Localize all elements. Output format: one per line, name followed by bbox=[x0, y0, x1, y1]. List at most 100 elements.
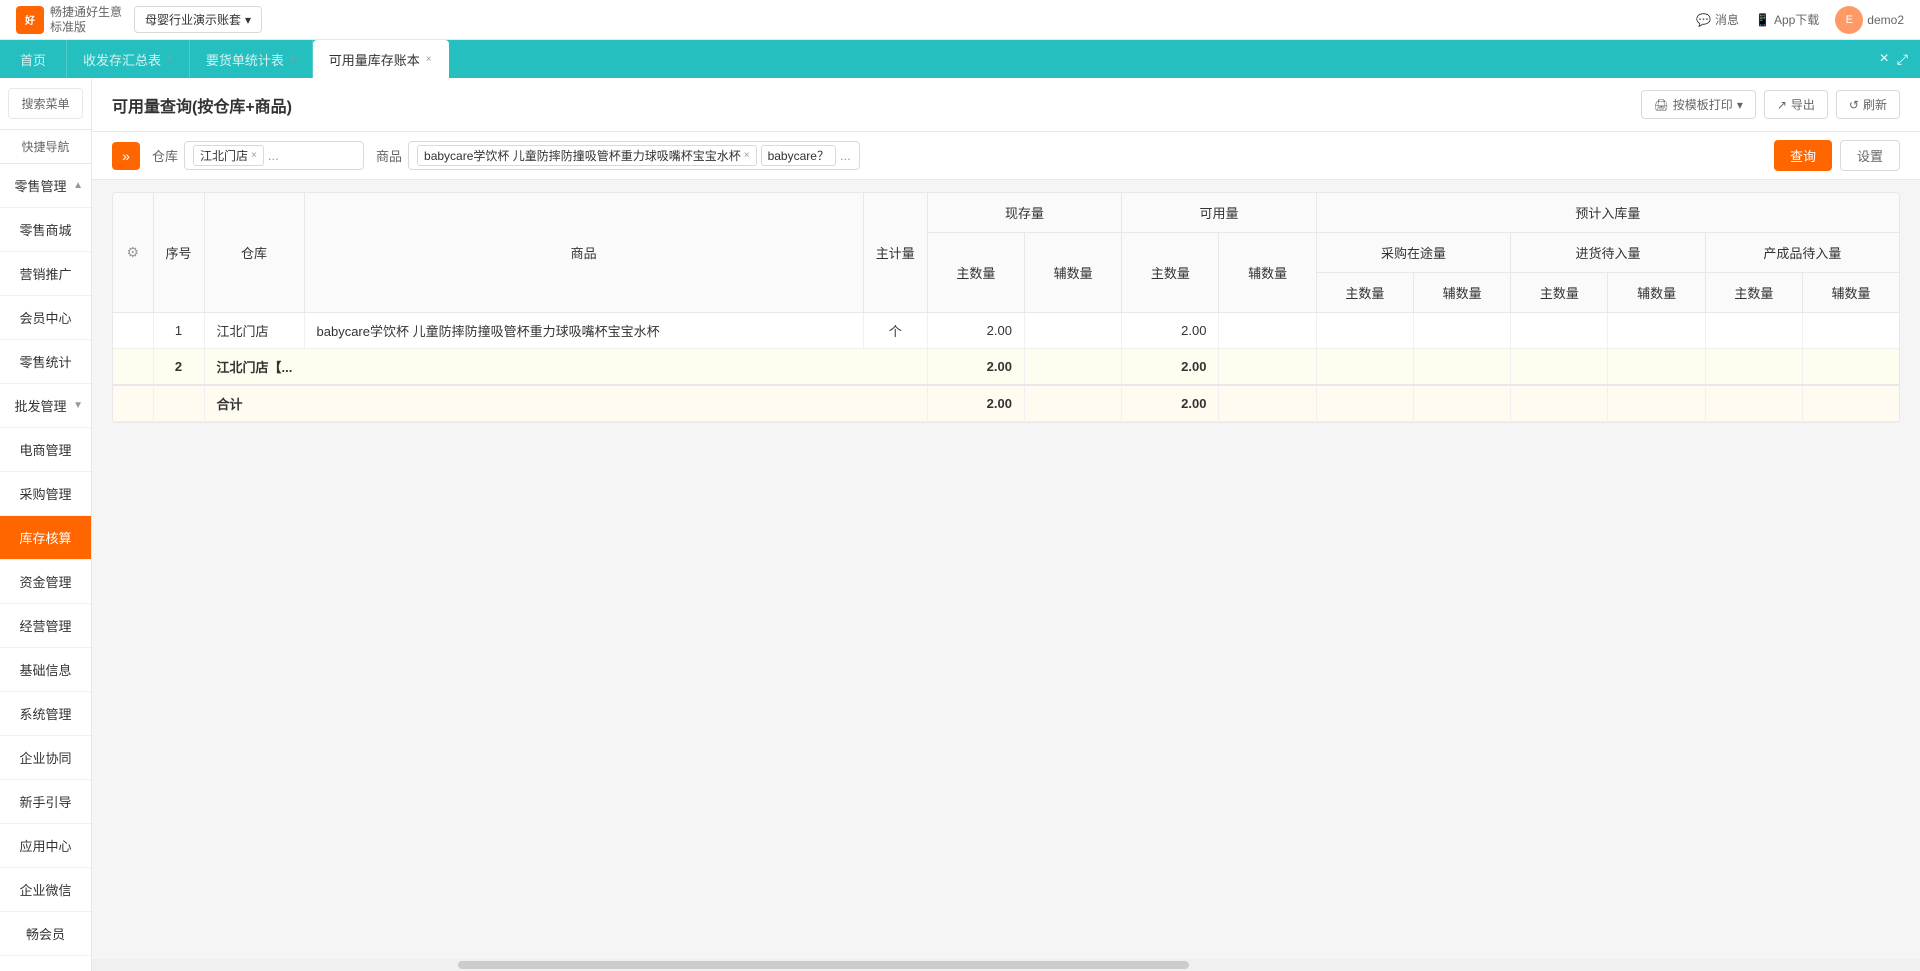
search-menu-btn[interactable]: 搜索菜单 bbox=[8, 88, 83, 119]
tab-available[interactable]: 可用量库存账本 × bbox=[313, 40, 449, 78]
sidebar-item-app-center[interactable]: 应用中心 bbox=[0, 824, 91, 868]
export-label: 导出 bbox=[1791, 96, 1815, 113]
row-purchase-main bbox=[1316, 313, 1413, 349]
sidebar-item-wholesale[interactable]: 批发管理 ▼ bbox=[0, 384, 91, 428]
sidebar-item-retail-mgmt[interactable]: 零售管理 ▲ bbox=[0, 164, 91, 208]
table-wrapper: ⚙ 序号 仓库 商品 主计量 现存量 可用量 预计入库量 主数量 bbox=[112, 192, 1900, 423]
warehouse-filter: 仓库 江北门店 × ... bbox=[152, 141, 364, 170]
sidebar-item-inventory[interactable]: 库存核算 bbox=[0, 516, 91, 560]
sidebar-label-retail-stats: 零售统计 bbox=[8, 352, 83, 371]
app-label: App下载 bbox=[1774, 11, 1819, 28]
total-no bbox=[153, 385, 204, 422]
th-warehouse: 仓库 bbox=[204, 193, 304, 313]
sidebar-item-retail-stats[interactable]: 零售统计 bbox=[0, 340, 91, 384]
sidebar-item-wechat-work[interactable]: 企业微信 bbox=[0, 868, 91, 912]
refresh-btn[interactable]: ↺ 刷新 bbox=[1836, 90, 1900, 119]
tab-available-close[interactable]: × bbox=[426, 54, 432, 65]
total-product-sub bbox=[1802, 385, 1899, 422]
warehouse-filter-label: 仓库 bbox=[152, 146, 178, 165]
sidebar-label-marketing: 营销推广 bbox=[8, 264, 83, 283]
total-goods-in-main bbox=[1511, 385, 1608, 422]
sidebar-item-member[interactable]: 会员中心 bbox=[0, 296, 91, 340]
query-btn[interactable]: 查询 bbox=[1774, 140, 1832, 171]
print-btn[interactable]: 🖨 按模板打印 ▾ bbox=[1641, 90, 1756, 119]
scroll-thumb[interactable] bbox=[458, 961, 1189, 969]
tab-bar: 首页 收发存汇总表 × 要货单统计表 × 可用量库存账本 × × ⤢ bbox=[0, 40, 1920, 78]
gear-icon[interactable]: ⚙ bbox=[126, 244, 139, 260]
warehouse-tag-close[interactable]: × bbox=[251, 150, 257, 161]
summary-goods-in-sub bbox=[1608, 349, 1705, 386]
tab-expand-icon[interactable]: ⤢ bbox=[1897, 51, 1908, 68]
export-btn[interactable]: ↗ 导出 bbox=[1764, 90, 1828, 119]
total-label: 合计 bbox=[204, 385, 927, 422]
row-unit: 个 bbox=[863, 313, 927, 349]
th-stock-group: 现存量 bbox=[927, 193, 1122, 233]
message-label: 消息 bbox=[1715, 11, 1739, 28]
chevron-down-icon: ▾ bbox=[245, 13, 251, 27]
sidebar-label-ecommerce: 电商管理 bbox=[8, 440, 83, 459]
industry-selector[interactable]: 母婴行业演示账套 ▾ bbox=[134, 6, 262, 33]
message-btn[interactable]: 💬 消息 bbox=[1696, 11, 1739, 28]
goods-dots[interactable]: ... bbox=[840, 148, 851, 163]
total-avail-main: 2.00 bbox=[1122, 385, 1219, 422]
tab-order-stat-close[interactable]: × bbox=[290, 54, 296, 65]
sidebar-item-ops[interactable]: 经营管理 bbox=[0, 604, 91, 648]
row-product-sub bbox=[1802, 313, 1899, 349]
sidebar-label-inventory: 库存核算 bbox=[8, 528, 83, 547]
sidebar-item-sys-mgmt[interactable]: 系统管理 bbox=[0, 692, 91, 736]
print-icon: 🖨 bbox=[1654, 98, 1669, 112]
tab-close-all-icon[interactable]: × bbox=[1879, 50, 1888, 68]
sidebar-item-new-guide[interactable]: 新手引导 bbox=[0, 780, 91, 824]
total-stock-sub bbox=[1024, 385, 1121, 422]
summary-product-sub bbox=[1802, 349, 1899, 386]
sidebar-item-ecommerce[interactable]: 电商管理 bbox=[0, 428, 91, 472]
content-area: 可用量查询(按仓库+商品) 🖨 按模板打印 ▾ ↗ 导出 ↺ 刷新 bbox=[92, 78, 1920, 971]
th-product-pending: 产成品待入量 bbox=[1705, 233, 1899, 273]
goods-tag-1-close[interactable]: × bbox=[744, 150, 750, 161]
goods-filter-tags[interactable]: babycare学饮杯 儿童防摔防撞吸管杯重力球吸嘴杯宝宝水杯 × babyca… bbox=[408, 141, 860, 170]
th-goods-in-main: 主数量 bbox=[1511, 273, 1608, 313]
sidebar-item-vip[interactable]: 畅会员 bbox=[0, 912, 91, 956]
summary-gear bbox=[113, 349, 153, 386]
warehouse-tag-text: 江北门店 bbox=[200, 147, 248, 164]
sidebar-item-basic-info[interactable]: 基础信息 bbox=[0, 648, 91, 692]
horizontal-scrollbar[interactable] bbox=[92, 959, 1920, 971]
summary-avail-sub bbox=[1219, 349, 1316, 386]
th-gear: ⚙ bbox=[113, 193, 153, 313]
export-icon: ↗ bbox=[1777, 98, 1787, 112]
warehouse-filter-tags[interactable]: 江北门店 × ... bbox=[184, 141, 364, 170]
industry-label: 母婴行业演示账套 bbox=[145, 11, 241, 28]
tab-order-stat-label: 要货单统计表 bbox=[206, 50, 284, 69]
th-incoming-group: 预计入库量 bbox=[1316, 193, 1899, 233]
tab-spacer bbox=[449, 40, 1868, 78]
user-profile[interactable]: E demo2 bbox=[1835, 6, 1904, 34]
page-title: 可用量查询(按仓库+商品) bbox=[112, 93, 292, 117]
sidebar-item-enterprise[interactable]: 企业协同 bbox=[0, 736, 91, 780]
sidebar-item-retail-mall[interactable]: 零售商城 bbox=[0, 208, 91, 252]
row-stock-sub bbox=[1024, 313, 1121, 349]
app-download-btn[interactable]: 📱 App下载 bbox=[1755, 11, 1819, 28]
logo-line2: 标准版 bbox=[50, 20, 122, 34]
settings-btn[interactable]: 设置 bbox=[1840, 140, 1900, 171]
app-icon: 📱 bbox=[1755, 13, 1770, 27]
goods-filter: 商品 babycare学饮杯 儿童防摔防撞吸管杯重力球吸嘴杯宝宝水杯 × bab… bbox=[376, 141, 860, 170]
tab-order-stat[interactable]: 要货单统计表 × bbox=[190, 40, 313, 78]
sidebar-item-finance[interactable]: 资金管理 bbox=[0, 560, 91, 604]
sidebar-item-marketing[interactable]: 营销推广 bbox=[0, 252, 91, 296]
warehouse-dots[interactable]: ... bbox=[268, 148, 279, 163]
logo: 好 畅捷通好生意 标准版 bbox=[16, 5, 122, 34]
toggle-icon: » bbox=[122, 148, 130, 164]
sidebar-item-purchase[interactable]: 采购管理 bbox=[0, 472, 91, 516]
summary-no: 2 bbox=[153, 349, 204, 386]
filter-toggle-btn[interactable]: » bbox=[112, 142, 140, 170]
message-icon: 💬 bbox=[1696, 13, 1711, 27]
total-gear bbox=[113, 385, 153, 422]
th-purchase-transit: 采购在途量 bbox=[1316, 233, 1511, 273]
quick-nav[interactable]: 快捷导航 bbox=[0, 130, 91, 164]
sidebar: 搜索菜单 快捷导航 零售管理 ▲ 零售商城 营销推广 会员中心 零售统计 批发管… bbox=[0, 78, 92, 971]
tab-home[interactable]: 首页 bbox=[0, 40, 67, 78]
summary-purchase-main bbox=[1316, 349, 1413, 386]
tab-receive-close[interactable]: × bbox=[167, 54, 173, 65]
th-stock-main: 主数量 bbox=[927, 233, 1024, 313]
tab-receive[interactable]: 收发存汇总表 × bbox=[67, 40, 190, 78]
